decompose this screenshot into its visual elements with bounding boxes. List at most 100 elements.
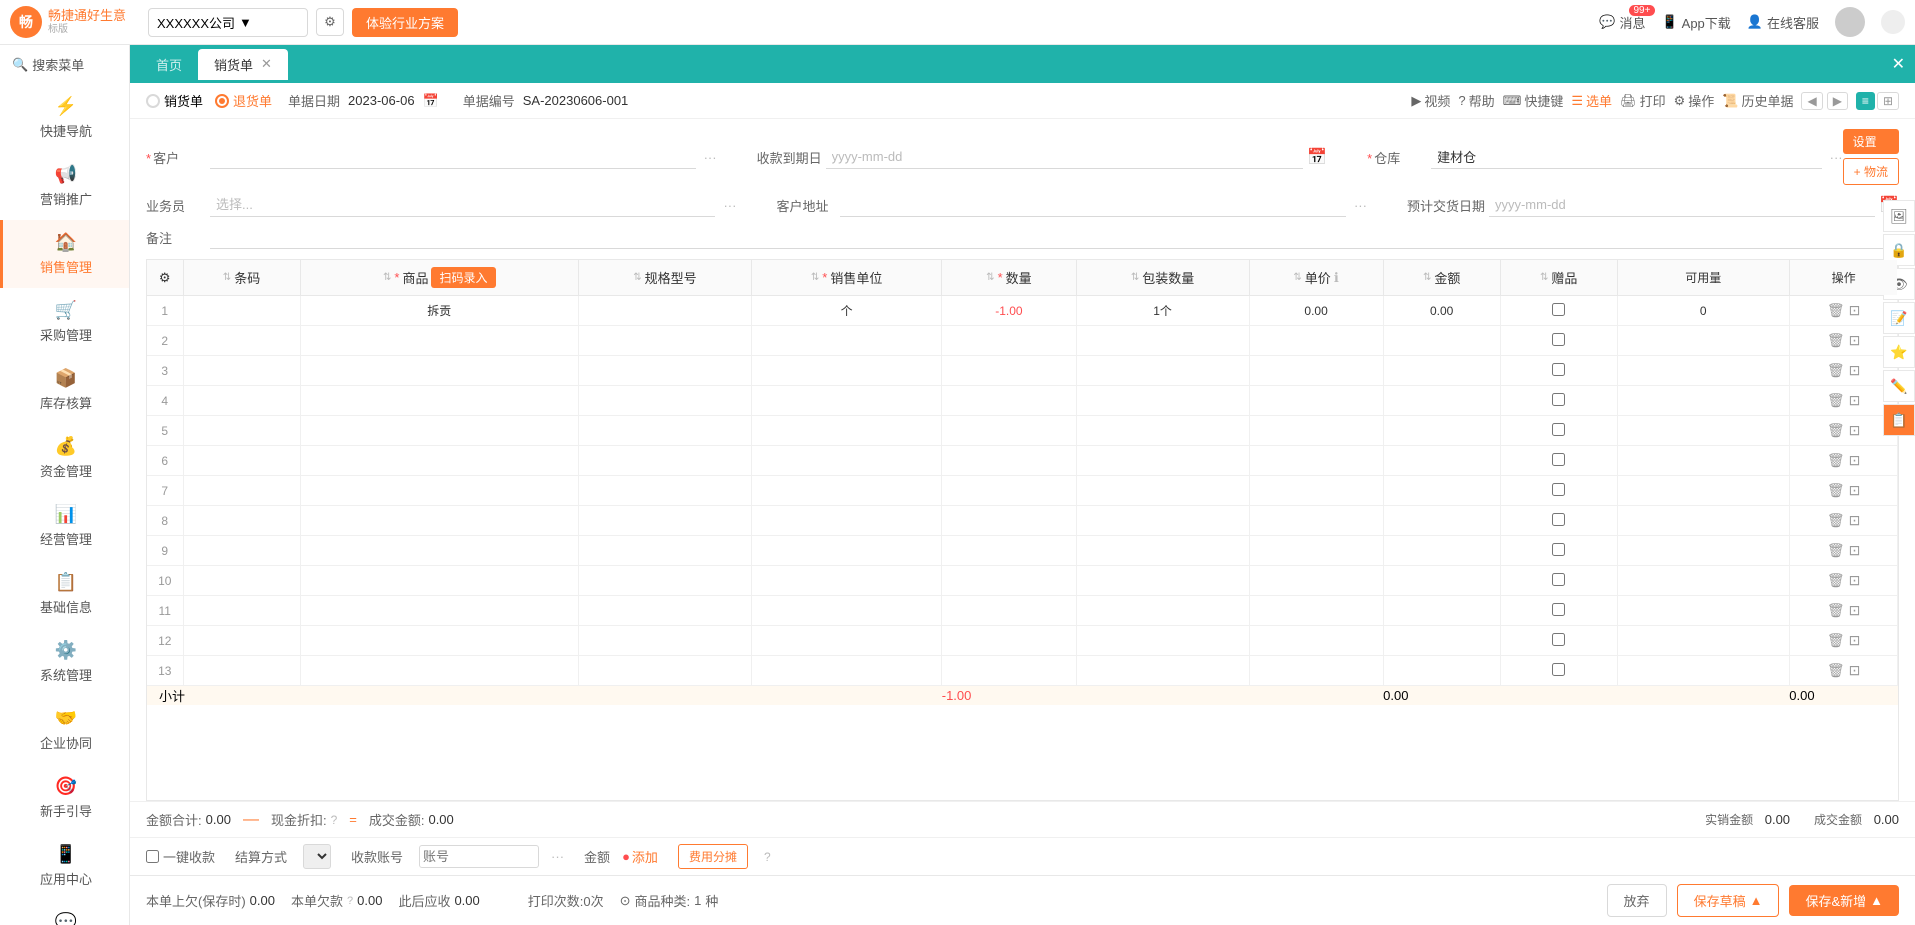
cell-unit-price[interactable] [1249,476,1383,506]
gift-checkbox[interactable] [1552,483,1565,496]
list-view-btn[interactable]: ≡ [1856,92,1875,110]
abandon-button[interactable]: 放弃 [1607,884,1667,917]
cell-qty[interactable] [942,566,1076,596]
cell-amount[interactable] [1383,566,1500,596]
calendar-icon[interactable]: 📅 [423,93,439,109]
cell-unit-price[interactable] [1249,326,1383,356]
cell-spec[interactable] [579,536,752,566]
gift-checkbox[interactable] [1552,543,1565,556]
cell-unit-price[interactable] [1249,656,1383,686]
cell-unit-price[interactable] [1249,566,1383,596]
sort-icon[interactable]: ⇅ [1131,272,1139,283]
cell-amount[interactable]: 0.00 [1383,296,1500,326]
sidebar-item-system[interactable]: ⚙️ 系统管理 [0,628,129,696]
cell-unit-price[interactable] [1249,356,1383,386]
sidebar-item-guide[interactable]: 🎯 新手引导 [0,764,129,832]
delete-icon[interactable]: 🗑 [1827,392,1845,409]
cell-gift[interactable] [1500,656,1617,686]
cell-amount[interactable] [1383,476,1500,506]
cell-amount[interactable] [1383,536,1500,566]
cell-spec[interactable] [579,626,752,656]
cell-amount[interactable] [1383,626,1500,656]
cell-unit-price[interactable] [1249,386,1383,416]
tab-close-icon[interactable]: ✕ [261,56,272,72]
salesperson-dots-icon[interactable]: ··· [723,198,736,213]
add-payment-btn[interactable]: ● 添加 [622,847,658,866]
cell-spec[interactable] [579,386,752,416]
cell-spec[interactable] [579,656,752,686]
copy-icon[interactable]: ⊡ [1849,512,1861,529]
salesperson-input[interactable] [210,193,715,217]
cell-spec[interactable] [579,296,752,326]
print-btn[interactable]: 🖨 打印 [1620,91,1666,110]
calc-method-select[interactable] [303,844,331,869]
sidebar-item-operations[interactable]: 📊 经营管理 [0,492,129,560]
tab-home[interactable]: 首页 [140,49,198,80]
delete-icon[interactable]: 🗑 [1827,362,1845,379]
sort-icon[interactable]: ⇅ [1293,272,1301,283]
cell-unit-price[interactable] [1249,416,1383,446]
notes-input[interactable] [210,225,1899,249]
copy-icon[interactable]: ⊡ [1849,542,1861,559]
cell-product[interactable] [300,536,579,566]
company-select[interactable]: XXXXXX公司 ▼ [148,8,308,37]
warehouse-input[interactable] [1431,145,1821,169]
cell-qty[interactable] [942,506,1076,536]
account-dots-icon[interactable]: ··· [551,849,564,864]
shortcuts-btn[interactable]: ⌨ 快捷键 [1503,91,1564,110]
copy-icon[interactable]: ⊡ [1849,452,1861,469]
info-icon[interactable]: ℹ [1334,270,1339,286]
cell-amount[interactable] [1383,326,1500,356]
cell-qty[interactable] [942,446,1076,476]
cell-barcode[interactable] [183,326,300,356]
cell-unit[interactable]: 个 [751,296,941,326]
cell-pack-qty[interactable] [1076,656,1249,686]
delete-icon[interactable]: 🗑 [1827,662,1845,679]
payment-due-input[interactable] [826,145,1304,169]
cell-gift[interactable] [1500,326,1617,356]
copy-icon[interactable]: ⊡ [1849,572,1861,589]
cell-qty[interactable] [942,536,1076,566]
cell-pack-qty[interactable] [1076,356,1249,386]
cell-unit[interactable] [751,326,941,356]
logistics-button[interactable]: + 物流 [1843,158,1899,185]
float-orange-icon[interactable]: 📋 [1883,404,1915,436]
delete-icon[interactable]: 🗑 [1827,572,1845,589]
cell-product[interactable] [300,356,579,386]
gift-checkbox[interactable] [1552,393,1565,406]
cell-barcode[interactable] [183,386,300,416]
gift-checkbox[interactable] [1552,603,1565,616]
cell-unit-price[interactable] [1249,596,1383,626]
delete-icon[interactable]: 🗑 [1827,512,1845,529]
cell-amount[interactable] [1383,656,1500,686]
cell-product[interactable] [300,506,579,536]
cell-unit[interactable] [751,596,941,626]
cell-unit[interactable] [751,566,941,596]
copy-icon[interactable]: ⊡ [1849,392,1861,409]
radio-sale[interactable]: 销货单 [146,91,203,110]
cell-amount[interactable] [1383,386,1500,416]
cell-qty[interactable] [942,326,1076,356]
video-btn[interactable]: ▶ 视频 [1411,91,1450,110]
cell-pack-qty[interactable] [1076,416,1249,446]
delete-icon[interactable]: 🗑 [1827,452,1845,469]
sidebar-item-basics[interactable]: 📋 基础信息 [0,560,129,628]
cell-pack-qty[interactable] [1076,596,1249,626]
cell-barcode[interactable] [183,296,300,326]
sort-icon[interactable]: ⇅ [223,272,231,283]
sort-icon[interactable]: ⇅ [986,272,994,283]
cell-barcode[interactable] [183,506,300,536]
gift-checkbox[interactable] [1552,303,1565,316]
sidebar-item-finance[interactable]: 💰 资金管理 [0,424,129,492]
app-download-btn[interactable]: 📱 App下载 [1661,13,1730,32]
cell-gift[interactable] [1500,296,1617,326]
message-btn[interactable]: 💬 消息 99+ [1599,13,1645,32]
cell-product[interactable]: 拆贡 [300,296,579,326]
cell-spec[interactable] [579,476,752,506]
cell-gift[interactable] [1500,446,1617,476]
cell-pack-qty[interactable] [1076,626,1249,656]
sidebar-item-quick-nav[interactable]: ⚡ 快捷导航 [0,84,129,152]
trial-button[interactable]: 体验行业方案 [352,8,458,37]
cell-product[interactable] [300,416,579,446]
cell-product[interactable] [300,386,579,416]
